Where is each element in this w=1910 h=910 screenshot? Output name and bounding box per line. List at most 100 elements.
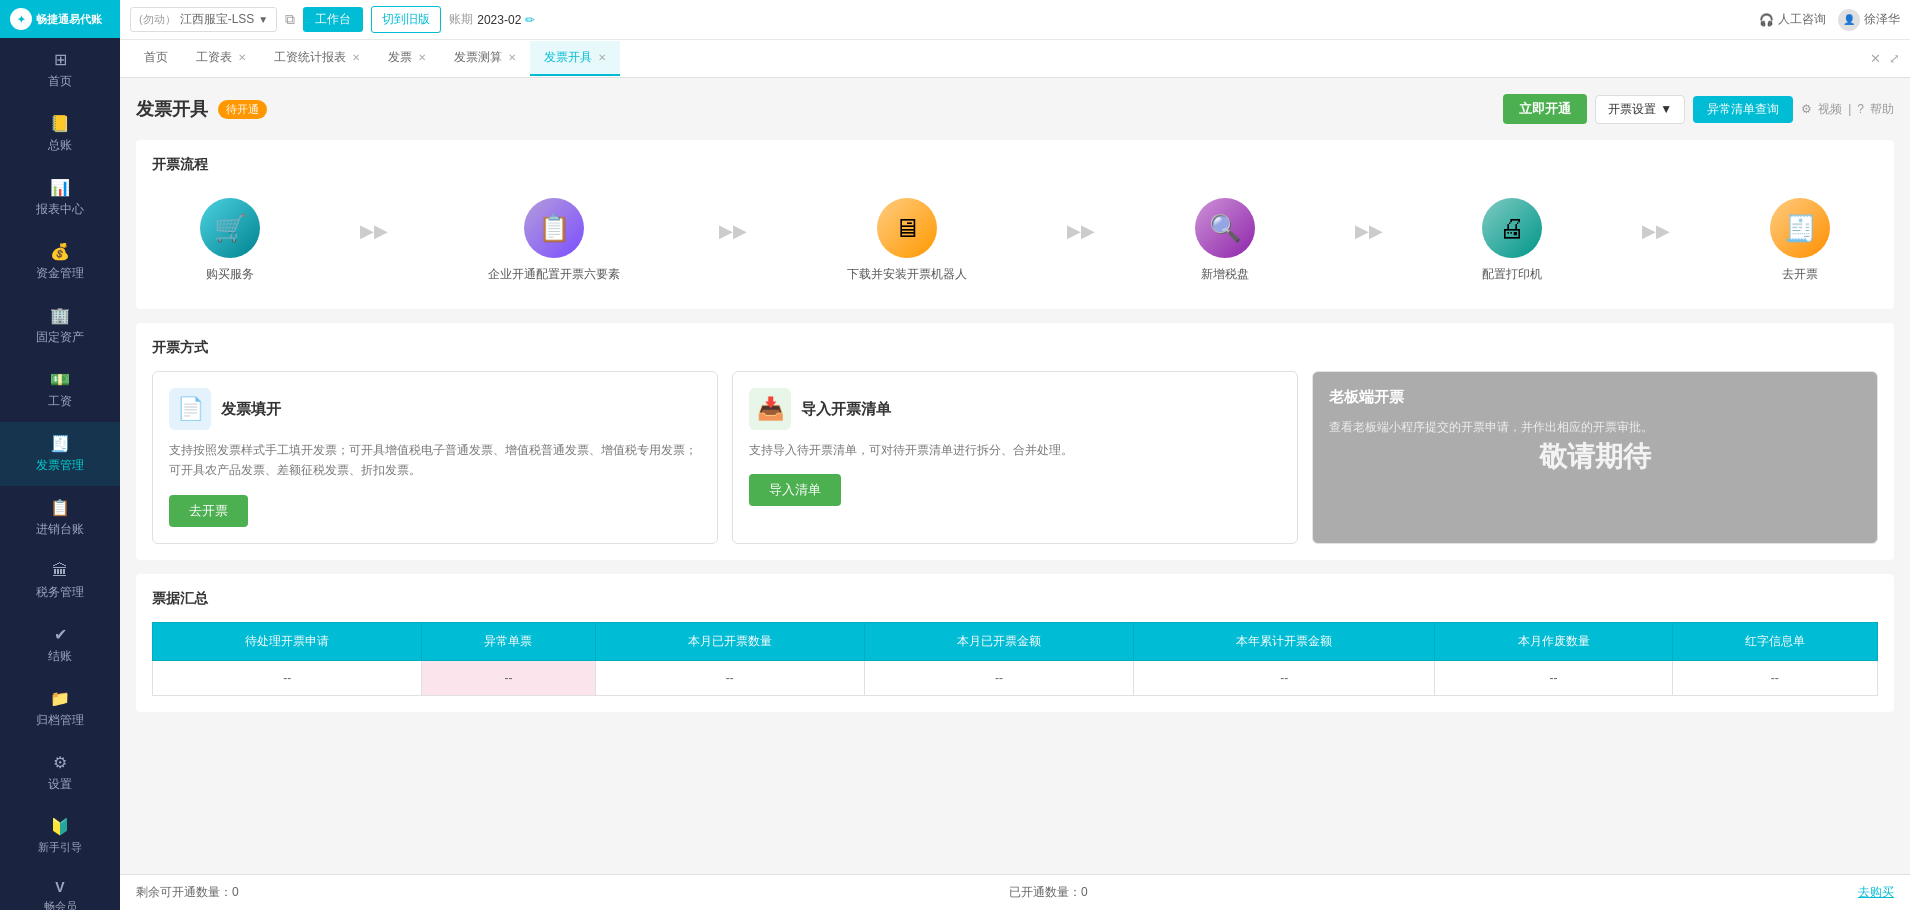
step-issue-invoice[interactable]: 🧾 去开票 xyxy=(1770,198,1830,283)
service-button[interactable]: 🎧 人工咨询 xyxy=(1759,11,1826,28)
sidebar-item-settings[interactable]: ⚙ 设置 xyxy=(0,741,120,805)
step-enterprise-config[interactable]: 📋 企业开通配置开票六要素 xyxy=(488,198,620,283)
sidebar-item-member[interactable]: V 畅会员 xyxy=(0,867,120,910)
opened-quota: 已开通数量：0 xyxy=(1009,884,1088,901)
summary-col-0: 待处理开票申请 xyxy=(153,622,422,660)
abnormal-query-button[interactable]: 异常清单查询 xyxy=(1693,96,1793,123)
tab-close-icon[interactable]: ✕ xyxy=(352,52,360,63)
summary-data-row: -- -- -- -- -- -- -- xyxy=(153,660,1878,695)
view-icons: ⚙ 视频 | ? 帮助 xyxy=(1801,101,1894,118)
tab-label: 工资表 xyxy=(196,49,232,66)
tab-close-icon[interactable]: ✕ xyxy=(418,52,426,63)
tab-label: 发票开具 xyxy=(544,49,592,66)
company-selector[interactable]: (勿动） 江西服宝-LSS ▼ xyxy=(130,7,277,32)
status-badge: 待开通 xyxy=(218,100,267,119)
manual-issue-button[interactable]: 去开票 xyxy=(169,495,248,527)
service-label: 人工咨询 xyxy=(1778,11,1826,28)
step-download-robot[interactable]: 🖥 下载并安装开票机器人 xyxy=(847,198,967,283)
method-card-import-header: 📥 导入开票清单 xyxy=(749,388,1281,430)
step-buy-service[interactable]: 🛒 购买服务 xyxy=(200,198,260,283)
sidebar-item-settlement[interactable]: ✔ 结账 xyxy=(0,613,120,677)
page-title-actions: 立即开通 开票设置 ▼ 异常清单查询 ⚙ 视频 | ? 帮助 xyxy=(1503,94,1894,124)
step-icon-printer: 🖨 xyxy=(1482,198,1542,258)
reports-icon: 📊 xyxy=(50,178,70,197)
sidebar-item-invoice[interactable]: 🧾 发票管理 xyxy=(0,422,120,486)
member-icon: V xyxy=(55,879,64,895)
copy-icon[interactable]: ⧉ xyxy=(285,11,295,28)
step-icon-taxdisk: 🔍 xyxy=(1195,198,1255,258)
sidebar-item-payroll[interactable]: 💵 工资 xyxy=(0,358,120,422)
period-value: 2023-02 xyxy=(477,13,521,27)
tab-close-all-icon[interactable]: ✕ xyxy=(1870,51,1881,66)
tab-salary-table[interactable]: 工资表 ✕ xyxy=(182,41,260,76)
workspace-button[interactable]: 工作台 xyxy=(303,7,363,32)
tabbar-actions: ✕ ⤢ xyxy=(1870,51,1900,66)
user-area[interactable]: 👤 徐泽华 xyxy=(1838,9,1900,31)
step-label-issue: 去开票 xyxy=(1782,266,1818,283)
coming-soon-overlay: 敬请期待 xyxy=(1313,372,1877,543)
period-edit-icon[interactable]: ✏ xyxy=(525,13,535,27)
summary-col-2: 本月已开票数量 xyxy=(595,622,864,660)
logo-text: 畅捷通易代账 xyxy=(36,12,102,27)
invoice-icon: 🧾 xyxy=(50,434,70,453)
immediate-open-button[interactable]: 立即开通 xyxy=(1503,94,1587,124)
divider: | xyxy=(1848,102,1851,116)
method-card-manual-desc: 支持按照发票样式手工填开发票；可开具增值税电子普通发票、增值税普通发票、增值税专… xyxy=(169,440,701,481)
sidebar-item-funds[interactable]: 💰 资金管理 xyxy=(0,230,120,294)
method-card-manual-header: 📄 发票填开 xyxy=(169,388,701,430)
tab-close-icon[interactable]: ✕ xyxy=(238,52,246,63)
sidebar-item-purchase-sale[interactable]: 📋 进销台账 xyxy=(0,486,120,550)
summary-cell-3: -- xyxy=(864,660,1133,695)
invoice-methods-title: 开票方式 xyxy=(152,339,1878,357)
assets-icon: 🏢 xyxy=(50,306,70,325)
sidebar-item-tax[interactable]: 🏛 税务管理 xyxy=(0,550,120,613)
tab-invoice[interactable]: 发票 ✕ xyxy=(374,41,440,76)
step-config-printer[interactable]: 🖨 配置打印机 xyxy=(1482,198,1542,283)
sidebar-item-reports[interactable]: 📊 报表中心 xyxy=(0,166,120,230)
summary-title: 票据汇总 xyxy=(152,590,1878,608)
sidebar-item-home[interactable]: ⊞ 首页 xyxy=(0,38,120,102)
method-card-manual: 📄 发票填开 支持按照发票样式手工填开发票；可开具增值税电子普通发票、增值税普通… xyxy=(152,371,718,544)
open-settings-button[interactable]: 开票设置 ▼ xyxy=(1595,95,1685,124)
funds-icon: 💰 xyxy=(50,242,70,261)
sidebar-logo: ✦ 畅捷通易代账 xyxy=(0,0,120,38)
topbar-right: 🎧 人工咨询 👤 徐泽华 xyxy=(1759,9,1900,31)
sidebar-item-guide[interactable]: 🔰 新手引导 xyxy=(0,805,120,867)
process-section-title: 开票流程 xyxy=(152,156,1878,174)
tab-maximize-icon[interactable]: ⤢ xyxy=(1889,51,1900,66)
sidebar-item-assets[interactable]: 🏢 固定资产 xyxy=(0,294,120,358)
purchase-sale-icon: 📋 xyxy=(50,498,70,517)
tab-close-icon[interactable]: ✕ xyxy=(598,52,606,63)
step-add-taxdisk[interactable]: 🔍 新增税盘 xyxy=(1195,198,1255,283)
step-label-taxdisk: 新增税盘 xyxy=(1201,266,1249,283)
coming-soon-text: 敬请期待 xyxy=(1539,438,1651,476)
tab-invoice-issue[interactable]: 发票开具 ✕ xyxy=(530,41,620,76)
goto-buy-link[interactable]: 去购买 xyxy=(1858,884,1894,901)
step-arrow-2: ▶▶ xyxy=(719,220,747,262)
tab-salary-report[interactable]: 工资统计报表 ✕ xyxy=(260,41,374,76)
step-icon-enterprise: 📋 xyxy=(524,198,584,258)
tab-label: 发票测算 xyxy=(454,49,502,66)
import-list-button[interactable]: 导入清单 xyxy=(749,474,841,506)
settings-circle-icon: ⚙ xyxy=(1801,102,1812,116)
tab-home[interactable]: 首页 xyxy=(130,41,182,76)
summary-cell-6: -- xyxy=(1672,660,1877,695)
tab-label: 发票 xyxy=(388,49,412,66)
summary-col-3: 本月已开票金额 xyxy=(864,622,1133,660)
tab-close-icon[interactable]: ✕ xyxy=(508,52,516,63)
sidebar-item-label: 报表中心 xyxy=(36,201,84,218)
method-card-boss: 老板端开票 查看老板端小程序提交的开票申请，并作出相应的开票审批。 敬请期待 xyxy=(1312,371,1878,544)
retro-button[interactable]: 切到旧版 xyxy=(371,6,441,33)
sidebar-item-label: 新手引导 xyxy=(38,840,82,855)
method-card-import: 📥 导入开票清单 支持导入待开票清单，可对待开票清单进行拆分、合并处理。 导入清… xyxy=(732,371,1298,544)
page-title: 发票开具 xyxy=(136,97,208,121)
logo-icon: ✦ xyxy=(10,8,32,30)
sidebar-item-label: 发票管理 xyxy=(36,457,84,474)
sidebar: ✦ 畅捷通易代账 ⊞ 首页 📒 总账 📊 报表中心 💰 资金管理 🏢 固定资产 … xyxy=(0,0,120,910)
sidebar-item-ledger[interactable]: 📒 总账 xyxy=(0,102,120,166)
tab-invoice-calc[interactable]: 发票测算 ✕ xyxy=(440,41,530,76)
user-name: 徐泽华 xyxy=(1864,11,1900,28)
help-label: 帮助 xyxy=(1870,101,1894,118)
page-title-area: 发票开具 待开通 立即开通 开票设置 ▼ 异常清单查询 ⚙ 视频 | ? 帮助 xyxy=(136,94,1894,124)
sidebar-item-archive[interactable]: 📁 归档管理 xyxy=(0,677,120,741)
